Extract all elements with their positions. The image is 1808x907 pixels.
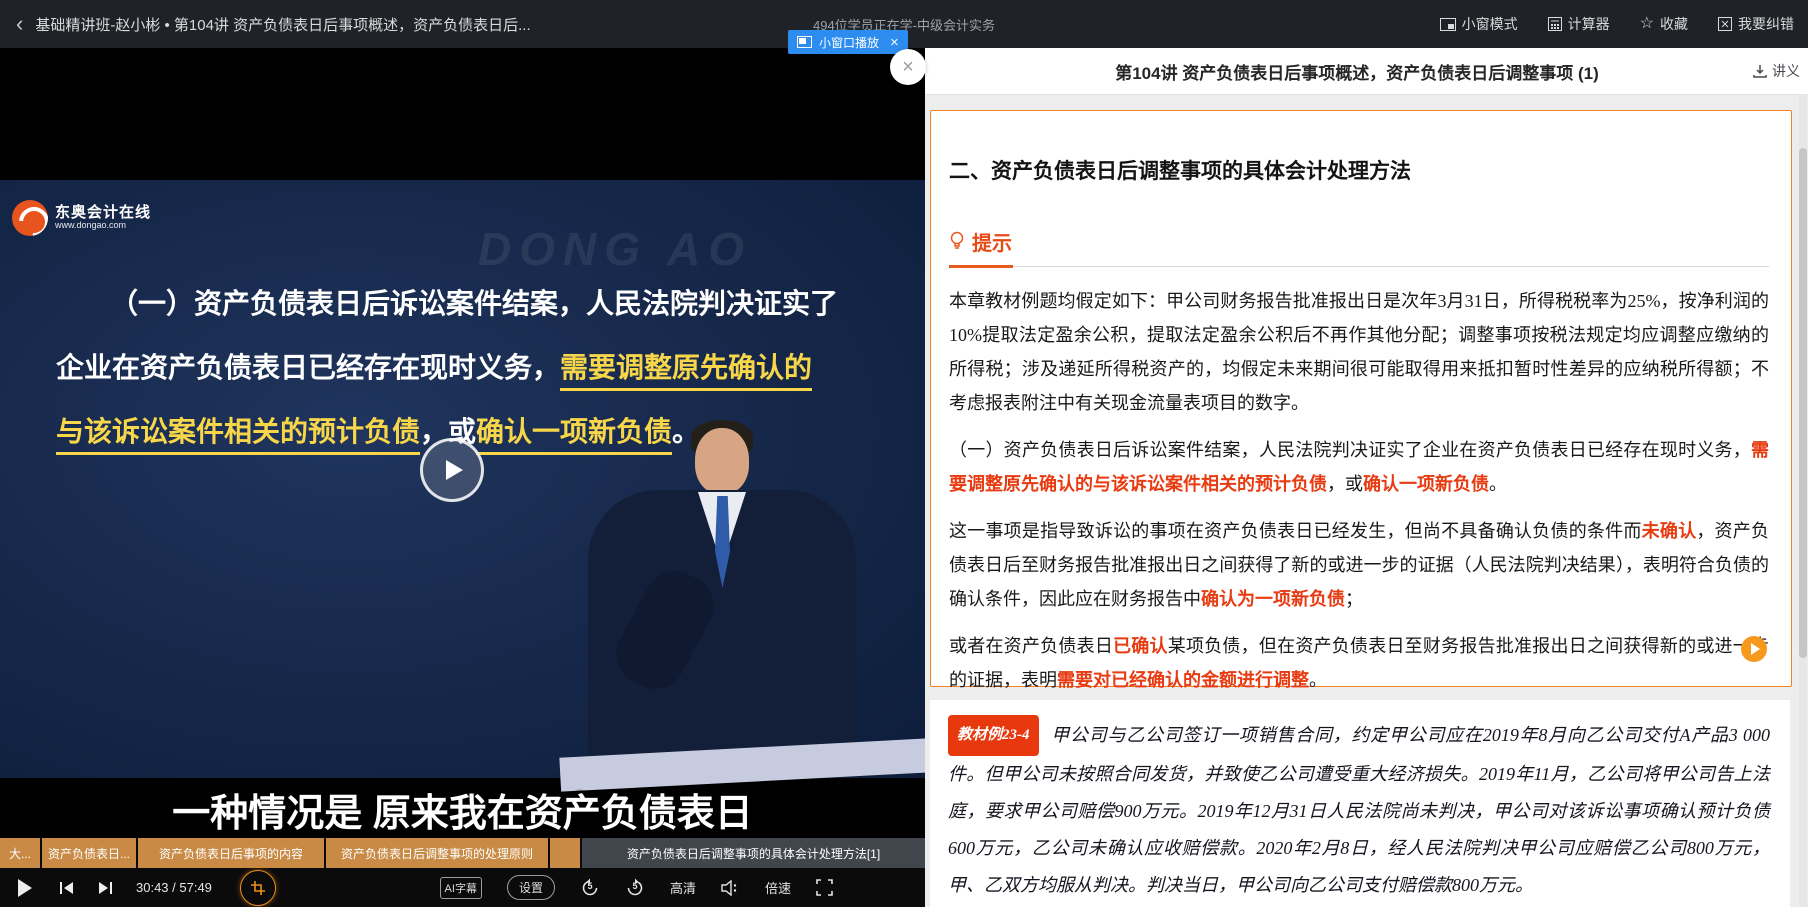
calculator-button[interactable]: 计算器 bbox=[1548, 14, 1610, 34]
video-frame: 东奥会计在线 www.dongao.com DONG AO （一）资产负债表日后… bbox=[0, 180, 925, 778]
pip-mode-button[interactable]: 小窗模式 bbox=[1440, 14, 1518, 34]
fullscreen-icon bbox=[816, 879, 833, 896]
pip-tooltip-label: 小窗口播放 bbox=[819, 34, 879, 51]
text-run: 已确认 bbox=[1113, 636, 1168, 656]
slide-line-2: 企业在资产负债表日已经存在现时义务，需要调整原先确认的 bbox=[56, 336, 856, 400]
chapter-segment[interactable]: 大... bbox=[0, 838, 40, 868]
text-run: 本章教材例题均假定如下：甲公司财务报告批准报出日是次年3月31日，所得税税率为2… bbox=[949, 291, 1769, 413]
video-learning-app: ‹ 基础精讲班-赵小彬 • 第104讲 资产负债表日后事项概述，资产负债表日后.… bbox=[0, 0, 1808, 907]
scrollbar-thumb[interactable] bbox=[1799, 148, 1807, 658]
lecture-notes-panel: 第104讲 资产负债表日后事项概述，资产负债表日后调整事项 (1) 讲义 二、资… bbox=[925, 48, 1808, 907]
forward-5-button[interactable]: 5 bbox=[625, 878, 645, 898]
panel-title: 第104讲 资产负债表日后事项概述，资产负债表日后调整事项 (1) bbox=[925, 59, 1739, 84]
clip-button[interactable] bbox=[240, 870, 276, 906]
paragraph: 这一事项是指导致诉讼的事项在资产负债表日已经发生，但尚不具备确认负债的条件而未确… bbox=[949, 514, 1769, 616]
textbook-example-card: 教材例23-4甲公司与乙公司签订一项销售合同，约定甲公司应在2019年8月向乙公… bbox=[930, 700, 1790, 907]
pip-window-icon bbox=[797, 36, 812, 48]
lecture-breadcrumb[interactable]: ‹ 基础精讲班-赵小彬 • 第104讲 资产负债表日后事项概述，资产负债表日后.… bbox=[16, 0, 531, 48]
rewind-5-button[interactable]: 5 bbox=[580, 878, 600, 898]
previous-button[interactable] bbox=[58, 880, 75, 896]
video-subtitle: 一种情况是 原来我在资产负债表日 bbox=[0, 782, 925, 837]
time-display: 30:43 / 57:49 bbox=[136, 880, 212, 895]
play-button[interactable] bbox=[14, 879, 36, 897]
text-run: 需要调整原先确认的 bbox=[560, 352, 812, 391]
brand-url: www.dongao.com bbox=[55, 221, 151, 231]
quality-button[interactable]: 高清 bbox=[670, 878, 696, 897]
favorite-button[interactable]: ☆ 收藏 bbox=[1640, 14, 1688, 34]
handout-download-button[interactable]: 讲义 bbox=[1739, 61, 1808, 81]
volume-button[interactable] bbox=[721, 880, 740, 896]
example-paragraph: 教材例23-4甲公司与乙公司签订一项销售合同，约定甲公司应在2019年8月向乙公… bbox=[948, 715, 1770, 904]
video-player[interactable]: 东奥会计在线 www.dongao.com DONG AO （一）资产负债表日后… bbox=[0, 48, 925, 838]
slide-line-1: （一）资产负债表日后诉讼案件结案，人民法院判决证实了 bbox=[56, 272, 856, 336]
panel-header: 第104讲 资产负债表日后事项概述，资产负债表日后调整事项 (1) 讲义 bbox=[925, 48, 1808, 95]
top-bar-actions: 小窗模式 计算器 ☆ 收藏 我要纠错 bbox=[1440, 0, 1794, 48]
expand-more-button[interactable] bbox=[1741, 636, 1767, 662]
tooltip-close-icon[interactable]: × bbox=[890, 34, 899, 51]
next-icon bbox=[97, 880, 114, 896]
play-triangle-icon bbox=[446, 460, 463, 480]
chapter-segment[interactable]: 资产负债表日后事项的内容 bbox=[138, 838, 324, 868]
report-error-button[interactable]: 我要纠错 bbox=[1718, 14, 1794, 34]
error-box-icon bbox=[1718, 17, 1732, 31]
paragraph: 或者在资产负债表日已确认某项负债，但在资产负债表日至财务报告批准报出日之间获得新… bbox=[949, 629, 1769, 697]
text-run: ； bbox=[1345, 589, 1363, 609]
chapter-segment-active[interactable]: 资产负债表日后调整事项的具体会计处理方法[1] bbox=[582, 838, 925, 868]
back-chevron-icon[interactable]: ‹ bbox=[16, 13, 23, 35]
notes-card: 二、资产负债表日后调整事项的具体会计处理方法 提示 本章教材例题均假定如下：甲公… bbox=[930, 110, 1792, 687]
paragraph: 本章教材例题均假定如下：甲公司财务报告批准报出日是次年3月31日，所得税税率为2… bbox=[949, 284, 1769, 420]
tip-label: 提示 bbox=[972, 227, 1012, 256]
text-run: （一）资产负债表日后诉讼案件结案，人民法院判决证实了 bbox=[110, 288, 838, 319]
chapter-segment[interactable]: 资产负债表日后调整事项的处理原则 bbox=[326, 838, 548, 868]
floating-close-button[interactable]: × bbox=[890, 49, 926, 85]
text-run: 。 bbox=[1489, 474, 1507, 494]
fullscreen-button[interactable] bbox=[816, 879, 833, 896]
chapter-segment[interactable]: 资产负债表日... bbox=[42, 838, 136, 868]
controls-right: AI字幕 设置 5 5 高清 倍速 bbox=[440, 875, 925, 900]
player-controls: 30:43 / 57:49 AI字幕 设置 5 5 高清 倍速 bbox=[0, 868, 925, 907]
text-run: 确认一项新负债 bbox=[1363, 474, 1489, 494]
bulb-icon bbox=[949, 231, 965, 252]
text-run: （一）资产负债表日后诉讼案件结案，人民法院判决证实了企业在资产负债表日已经存在现… bbox=[949, 440, 1751, 460]
brand-logo: 东奥会计在线 www.dongao.com bbox=[12, 200, 151, 236]
text-run: 需要对已经确认的金额进行调整 bbox=[1057, 670, 1309, 690]
note-paragraphs: 本章教材例题均假定如下：甲公司财务报告批准报出日是次年3月31日，所得税税率为2… bbox=[949, 284, 1769, 697]
play-icon bbox=[18, 879, 32, 897]
text-run: 企业在资产负债表日已经存在现时义务， bbox=[56, 352, 560, 383]
watermark-text: DONG AO bbox=[478, 222, 752, 276]
text-run: 或者在资产负债表日 bbox=[949, 636, 1113, 656]
star-icon: ☆ bbox=[1640, 16, 1654, 32]
pip-icon bbox=[1440, 18, 1456, 31]
text-run: 。 bbox=[1309, 670, 1327, 690]
calculator-icon bbox=[1548, 17, 1562, 31]
instructor-figure bbox=[570, 420, 880, 778]
text-run: 确认为一项新负债 bbox=[1201, 589, 1345, 609]
chapter-segment[interactable] bbox=[550, 838, 580, 868]
settings-button[interactable]: 设置 bbox=[507, 875, 555, 900]
speed-button[interactable]: 倍速 bbox=[765, 878, 791, 897]
chapter-strip: 大... 资产负债表日... 资产负债表日后事项的内容 资产负债表日后调整事项的… bbox=[0, 838, 925, 868]
text-run: 与该诉讼案件相关的预计负债 bbox=[56, 416, 420, 455]
dongao-logo-icon bbox=[12, 200, 48, 236]
brand-name: 东奥会计在线 bbox=[55, 205, 151, 222]
pip-playback-tooltip[interactable]: 小窗口播放 × bbox=[788, 30, 908, 54]
download-icon bbox=[1753, 64, 1767, 79]
section-heading: 二、资产负债表日后调整事项的具体会计处理方法 bbox=[949, 155, 1769, 185]
text-run: 这一事项是指导致诉讼的事项在资产负债表日已经发生，但尚不具备确认负债的条件而 bbox=[949, 521, 1642, 541]
tip-header: 提示 bbox=[949, 227, 1769, 267]
play-overlay-button[interactable] bbox=[420, 438, 484, 502]
arrow-right-icon bbox=[1751, 643, 1760, 655]
example-badge: 教材例23-4 bbox=[948, 715, 1039, 756]
clip-crop-icon bbox=[250, 880, 266, 896]
volume-icon bbox=[721, 880, 740, 896]
text-run: 未确认 bbox=[1642, 521, 1697, 541]
next-button[interactable] bbox=[97, 880, 114, 896]
previous-icon bbox=[58, 880, 75, 896]
paragraph: （一）资产负债表日后诉讼案件结案，人民法院判决证实了企业在资产负债表日已经存在现… bbox=[949, 433, 1769, 501]
text-run: ，或 bbox=[1327, 474, 1363, 494]
ai-caption-button[interactable]: AI字幕 bbox=[440, 877, 482, 899]
panel-scrollbar[interactable] bbox=[1799, 94, 1807, 907]
lecture-title: 基础精讲班-赵小彬 • 第104讲 资产负债表日后事项概述，资产负债表日后... bbox=[35, 14, 530, 35]
